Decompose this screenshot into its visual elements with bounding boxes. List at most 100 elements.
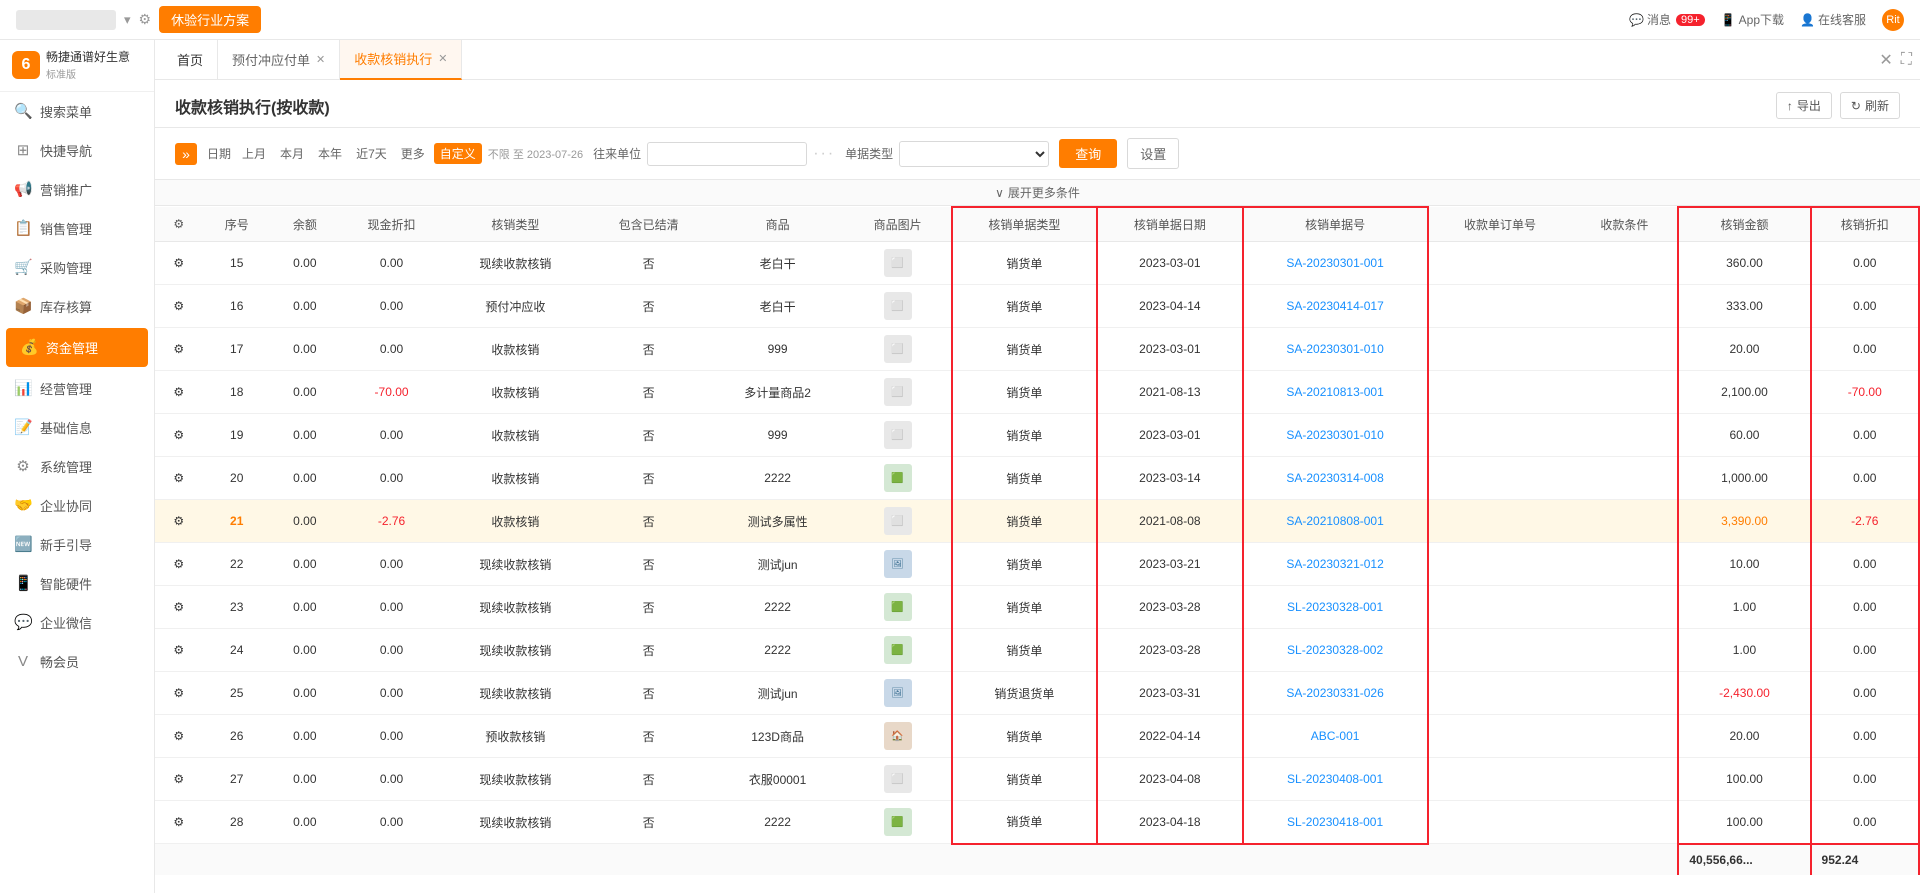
tab-close-collection[interactable]: ✕ (438, 52, 447, 65)
row-product: 2222 (711, 586, 845, 629)
verify-bill-link[interactable]: SA-20230331-026 (1286, 686, 1383, 700)
verify-bill-link[interactable]: SL-20230408-001 (1287, 772, 1383, 786)
verify-bill-link[interactable]: SA-20230414-017 (1286, 299, 1383, 313)
app-label: App下载 (1739, 11, 1784, 28)
company-selector[interactable] (16, 10, 116, 30)
sidebar-item-newbie[interactable]: 🆕新手引导 (0, 525, 154, 564)
tab-collection[interactable]: 收款核销执行✕ (340, 40, 462, 80)
row-settings[interactable]: ⚙ (155, 457, 203, 500)
date-custom[interactable]: 自定义 (434, 143, 482, 164)
verify-bill-link[interactable]: SL-20230328-001 (1287, 600, 1383, 614)
row-cash-discount: 0.00 (339, 715, 444, 758)
sidebar: 6 畅捷通谱好生意 标准版 🔍搜索菜单⊞快捷导航📢营销推广📋销售管理🛒采购管理📦… (0, 40, 155, 893)
row-settings[interactable]: ⚙ (155, 414, 203, 457)
sidebar-item-finance[interactable]: 💰资金管理 (6, 328, 148, 367)
sidebar-item-sales[interactable]: 📋销售管理 (0, 209, 154, 248)
refresh-btn[interactable]: ↻ 刷新 (1840, 92, 1900, 119)
expand-bar[interactable]: ∨ 展开更多条件 (155, 180, 1920, 206)
row-cash-discount: 0.00 (339, 758, 444, 801)
verify-bill-link[interactable]: SA-20210808-001 (1286, 514, 1383, 528)
sidebar-item-member[interactable]: V畅会员 (0, 642, 154, 681)
col-header-balance: 余额 (271, 207, 339, 242)
export-btn[interactable]: ↑ 导出 (1776, 92, 1832, 119)
row-settings[interactable]: ⚙ (155, 543, 203, 586)
enterprise-icon: 🤝 (14, 496, 32, 514)
verify-bill-link[interactable]: SA-20230301-010 (1286, 428, 1383, 442)
sidebar-items: 🔍搜索菜单⊞快捷导航📢营销推广📋销售管理🛒采购管理📦库存核算💰资金管理📊经营管理… (0, 92, 154, 681)
filter-toggle-btn[interactable]: » (175, 143, 197, 165)
industry-btn[interactable]: 休验行业方案 (159, 6, 261, 33)
row-product-img: ⬜ (845, 758, 952, 801)
row-verify-amount: 360.00 (1678, 242, 1810, 285)
row-receipt-order-no (1428, 586, 1572, 629)
sidebar-item-system[interactable]: ⚙系统管理 (0, 447, 154, 486)
row-settings[interactable]: ⚙ (155, 285, 203, 328)
date-more[interactable]: 更多 (396, 143, 430, 164)
tabs-container: 首页预付冲应付单✕收款核销执行✕ (163, 40, 1879, 80)
table-container[interactable]: ⚙序号余额现金折扣核销类型包含已结清商品商品图片核销单据类型核销单据日期核销单据… (155, 206, 1920, 893)
product-img: ⬜ (884, 421, 912, 449)
row-verify-type: 收款核销 (444, 371, 586, 414)
sidebar-item-hardware[interactable]: 📱智能硬件 (0, 564, 154, 603)
close-tab-btn[interactable]: ✕ (1879, 50, 1892, 70)
sidebar-item-wechat[interactable]: 💬企业微信 (0, 603, 154, 642)
gear-icon[interactable]: ⚙ (139, 11, 152, 28)
filter-bar: » 日期 上月 本月 本年 近7天 更多 自定义 不限 至 2023-07-26… (155, 128, 1920, 180)
date-last7[interactable]: 近7天 (351, 143, 392, 164)
message-item[interactable]: 💬 消息 99+ (1629, 11, 1705, 28)
row-verify-bill-date: 2023-03-31 (1097, 672, 1243, 715)
system-icon: ⚙ (14, 457, 32, 475)
user-avatar[interactable]: Rit (1882, 9, 1904, 31)
date-this-month[interactable]: 本月 (275, 143, 309, 164)
verify-bill-link[interactable]: SA-20210813-001 (1286, 385, 1383, 399)
filter-settings-btn[interactable]: 设置 (1127, 138, 1179, 169)
row-verify-bill-date: 2023-04-18 (1097, 801, 1243, 844)
counterpart-input[interactable] (647, 142, 807, 166)
product-img: ⬜ (884, 249, 912, 277)
sidebar-item-basic[interactable]: 📝基础信息 (0, 408, 154, 447)
row-settings[interactable]: ⚙ (155, 758, 203, 801)
verify-bill-link[interactable]: ABC-001 (1311, 729, 1360, 743)
row-verify-type: 收款核销 (444, 414, 586, 457)
app-download-item[interactable]: 📱 App下载 (1721, 11, 1784, 28)
row-settings[interactable]: ⚙ (155, 586, 203, 629)
product-img: 🟩 (884, 593, 912, 621)
row-settings[interactable]: ⚙ (155, 371, 203, 414)
maximize-tab-btn[interactable]: ⛶ (1901, 50, 1912, 70)
bill-type-select[interactable] (899, 141, 1049, 167)
date-last-month[interactable]: 上月 (237, 143, 271, 164)
row-settings[interactable]: ⚙ (155, 242, 203, 285)
row-verify-bill-date: 2022-04-14 (1097, 715, 1243, 758)
sidebar-item-enterprise[interactable]: 🤝企业协同 (0, 486, 154, 525)
row-product-img: 🟩 (845, 801, 952, 844)
online-service-item[interactable]: 👤 在线客服 (1800, 11, 1866, 28)
verify-bill-link[interactable]: SA-20230301-001 (1286, 256, 1383, 270)
verify-bill-link[interactable]: SA-20230314-008 (1286, 471, 1383, 485)
verify-bill-link[interactable]: SA-20230321-012 (1286, 557, 1383, 571)
sidebar-item-search[interactable]: 🔍搜索菜单 (0, 92, 154, 131)
sidebar-item-quicknav[interactable]: ⊞快捷导航 (0, 131, 154, 170)
sidebar-item-business[interactable]: 📊经营管理 (0, 369, 154, 408)
verify-bill-link[interactable]: SA-20230301-010 (1286, 342, 1383, 356)
verify-bill-link[interactable]: SL-20230328-002 (1287, 643, 1383, 657)
row-settings[interactable]: ⚙ (155, 328, 203, 371)
sidebar-label-inventory: 库存核算 (40, 297, 92, 316)
row-settings[interactable]: ⚙ (155, 672, 203, 715)
tab-close-prepay[interactable]: ✕ (316, 53, 325, 66)
row-settings[interactable]: ⚙ (155, 801, 203, 844)
date-this-year[interactable]: 本年 (313, 143, 347, 164)
tab-home[interactable]: 首页 (163, 40, 218, 80)
row-settings[interactable]: ⚙ (155, 715, 203, 758)
table-row: ⚙260.000.00预收款核销否123D商品🏠销货单2022-04-14ABC… (155, 715, 1919, 758)
row-settings[interactable]: ⚙ (155, 500, 203, 543)
row-product: 测试多属性 (711, 500, 845, 543)
sidebar-item-inventory[interactable]: 📦库存核算 (0, 287, 154, 326)
sidebar-label-business: 经营管理 (40, 379, 92, 398)
query-btn[interactable]: 查询 (1059, 139, 1117, 168)
row-receipt-condition (1572, 715, 1679, 758)
sidebar-item-purchase[interactable]: 🛒采购管理 (0, 248, 154, 287)
row-settings[interactable]: ⚙ (155, 629, 203, 672)
verify-bill-link[interactable]: SL-20230418-001 (1287, 815, 1383, 829)
tab-prepay[interactable]: 预付冲应付单✕ (218, 40, 340, 80)
sidebar-item-marketing[interactable]: 📢营销推广 (0, 170, 154, 209)
